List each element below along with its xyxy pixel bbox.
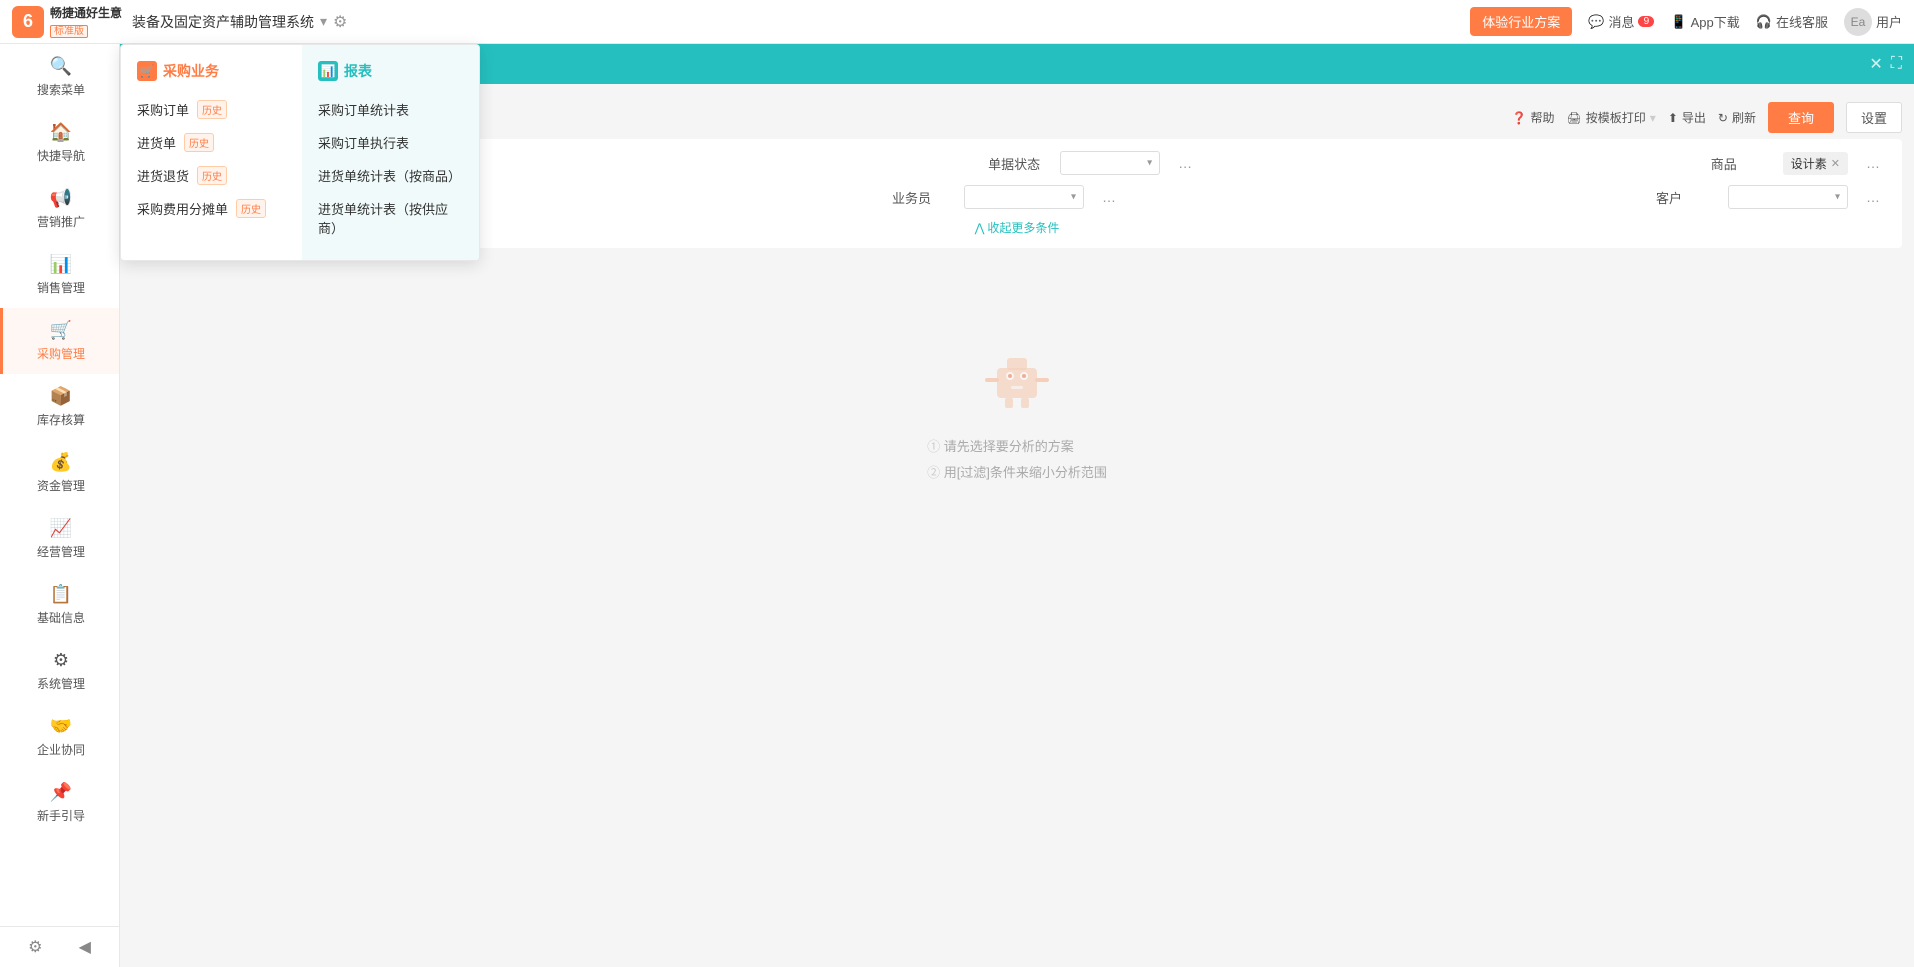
sidebar-item-basic-info[interactable]: 📋 基础信息 xyxy=(0,572,119,638)
search-icon: 🔍 xyxy=(50,56,72,77)
goods-label: 商品 xyxy=(1711,154,1771,173)
settings-btn[interactable]: 设置 xyxy=(1846,102,1902,133)
export-icon: ⬆ xyxy=(1668,111,1678,125)
menu-item-purchase-order-stats[interactable]: 采购订单统计表 xyxy=(318,93,463,126)
empty-state: 请先选择要分析的方案 用[过滤]条件来缩小分析范围 xyxy=(132,258,1902,566)
help-icon: ❓ xyxy=(1512,111,1527,125)
home-icon: 🏠 xyxy=(50,122,72,143)
dropdown-arrow-icon[interactable]: ▾ xyxy=(320,13,327,30)
sidebar-item-operations[interactable]: 📈 经营管理 xyxy=(0,506,119,572)
menu-item-purchase-expense[interactable]: 采购费用分摊单 历史 xyxy=(137,192,282,225)
topbar: 6 畅捷通好生意 标准版 装备及固定资产辅助管理系统 ▾ ⚙ 体验行业方案 💬 … xyxy=(0,0,1914,44)
sidebar-item-funds[interactable]: 💰 资金管理 xyxy=(0,440,119,506)
empty-tip-1: 请先选择要分析的方案 xyxy=(927,434,1107,460)
menu-item-purchase-return[interactable]: 进货退货 历史 xyxy=(137,159,282,192)
marketing-icon: 📢 xyxy=(50,188,72,209)
sidebar-collapse-btn[interactable]: ◀ xyxy=(79,937,91,957)
online-service-action[interactable]: 🎧 在线客服 xyxy=(1756,12,1828,31)
sidebar: 🔍 搜索菜单 🏠 快捷导航 📢 营销推广 📊 销售管理 🛒 采购管理 📦 库存核… xyxy=(0,44,120,967)
sidebar-item-system[interactable]: ⚙ 系统管理 xyxy=(0,638,119,704)
menu-item-receipt-stats-supplier[interactable]: 进货单统计表（按供应商） xyxy=(318,192,463,244)
voucher-status-label: 单据状态 xyxy=(988,154,1048,173)
message-icon: 💬 xyxy=(1588,14,1604,30)
sales-rep-ellipsis[interactable]: … xyxy=(1096,189,1122,205)
inventory-icon: 📦 xyxy=(50,386,72,407)
topbar-actions: 💬 消息 9 📱 App下载 🎧 在线客服 Ea 用户 xyxy=(1588,8,1902,36)
sidebar-item-quick-nav[interactable]: 🏠 快捷导航 xyxy=(0,110,119,176)
sidebar-item-sales[interactable]: 📊 销售管理 xyxy=(0,242,119,308)
purchase-title-icon: 🛒 xyxy=(137,61,157,81)
logo-icon: 6 xyxy=(12,6,44,38)
menu-item-receipt-stats-goods[interactable]: 进货单统计表（按商品） xyxy=(318,159,463,192)
sidebar-bottom: ⚙ ◀ xyxy=(0,926,119,967)
print-dropdown-icon[interactable]: ▾ xyxy=(1650,111,1656,125)
voucher-status-select-wrapper[interactable] xyxy=(1060,151,1160,175)
goods-tag-close[interactable]: ✕ xyxy=(1831,157,1840,170)
sales-rep-select[interactable] xyxy=(964,185,1084,209)
menu-item-purchase-order[interactable]: 采购订单 历史 xyxy=(137,93,282,126)
report-title-icon: 📊 xyxy=(318,61,338,81)
help-btn[interactable]: ❓ 帮助 xyxy=(1512,109,1555,126)
empty-tip-2: 用[过滤]条件来缩小分析范围 xyxy=(927,460,1107,486)
menu-col-left-title: 🛒 采购业务 xyxy=(137,61,282,81)
goods-ellipsis[interactable]: … xyxy=(1860,155,1886,171)
system-icon: ⚙ xyxy=(53,650,69,671)
empty-illustration xyxy=(977,338,1057,418)
tabbar-close-icon[interactable]: ✕ xyxy=(1869,54,1882,74)
purchase-icon: 🛒 xyxy=(50,320,72,341)
voucher-status-select[interactable] xyxy=(1060,151,1160,175)
menu-item-purchase-receipt[interactable]: 进货单 历史 xyxy=(137,126,282,159)
enterprise-icon: 🤝 xyxy=(50,716,72,737)
sidebar-item-enterprise[interactable]: 🤝 企业协同 xyxy=(0,704,119,770)
app-download-action[interactable]: 📱 App下载 xyxy=(1670,12,1739,31)
tabbar-expand-icon[interactable]: ⛶ xyxy=(1891,55,1902,73)
avatar: Ea xyxy=(1844,8,1872,36)
logo-text: 畅捷通好生意 标准版 xyxy=(50,4,122,39)
print-icon: 🖨 xyxy=(1567,111,1582,125)
settings-icon[interactable]: ⚙ xyxy=(333,12,347,32)
funds-icon: 💰 xyxy=(50,452,72,473)
tabbar-controls: ✕ ⛶ xyxy=(1869,54,1914,74)
headset-icon: 🎧 xyxy=(1756,14,1772,30)
system-title: 装备及固定资产辅助管理系统 xyxy=(132,12,314,32)
collapse-btn[interactable]: ⋀ 收起更多条件 xyxy=(975,219,1060,236)
collapse-up-icon: ⋀ xyxy=(975,221,985,235)
menu-col-right: 📊 报表 采购订单统计表 采购订单执行表 进货单统计表（按商品） 进货单统计表（… xyxy=(302,45,479,260)
sidebar-item-guide[interactable]: 📌 新手引导 xyxy=(0,770,119,836)
experience-btn[interactable]: 体验行业方案 xyxy=(1470,7,1572,36)
goods-tag: 设计素 ✕ xyxy=(1783,152,1848,175)
customer-label: 客户 xyxy=(1656,188,1716,207)
voucher-status-ellipsis[interactable]: … xyxy=(1172,155,1198,171)
menu-col-right-title: 📊 报表 xyxy=(318,61,463,81)
print-btn[interactable]: 🖨 按模板打印 ▾ xyxy=(1567,109,1656,126)
logo-area: 6 畅捷通好生意 标准版 xyxy=(12,4,132,39)
phone-icon: 📱 xyxy=(1670,14,1686,30)
sales-rep-select-wrapper[interactable] xyxy=(964,185,1084,209)
refresh-btn[interactable]: ↻ 刷新 xyxy=(1718,109,1756,126)
sidebar-item-search[interactable]: 🔍 搜索菜单 xyxy=(0,44,119,110)
basic-info-icon: 📋 xyxy=(50,584,72,605)
menu-col-left: 🛒 采购业务 采购订单 历史 进货单 历史 进货退货 历史 采购费用分摊单 历史 xyxy=(137,61,282,244)
purchase-dropdown-menu: 🛒 采购业务 采购订单 历史 进货单 历史 进货退货 历史 采购费用分摊单 历史… xyxy=(120,44,480,261)
sales-icon: 📊 xyxy=(50,254,72,275)
menu-item-purchase-order-exec[interactable]: 采购订单执行表 xyxy=(318,126,463,159)
customer-select[interactable] xyxy=(1728,185,1848,209)
sales-rep-label: 业务员 xyxy=(892,188,952,207)
sidebar-item-inventory[interactable]: 📦 库存核算 xyxy=(0,374,119,440)
refresh-icon: ↻ xyxy=(1718,111,1728,125)
export-btn[interactable]: ⬆ 导出 xyxy=(1668,109,1706,126)
operations-icon: 📈 xyxy=(50,518,72,539)
sidebar-item-marketing[interactable]: 📢 营销推广 xyxy=(0,176,119,242)
query-btn[interactable]: 查询 xyxy=(1768,102,1834,133)
sidebar-item-purchase[interactable]: 🛒 采购管理 xyxy=(0,308,119,374)
empty-tips: 请先选择要分析的方案 用[过滤]条件来缩小分析范围 xyxy=(927,434,1107,486)
message-action[interactable]: 💬 消息 9 xyxy=(1588,12,1654,31)
sidebar-settings-btn[interactable]: ⚙ xyxy=(28,937,42,957)
customer-select-wrapper[interactable] xyxy=(1728,185,1848,209)
user-action[interactable]: Ea 用户 xyxy=(1844,8,1902,36)
guide-icon: 📌 xyxy=(50,782,72,803)
system-title-area: 装备及固定资产辅助管理系统 ▾ ⚙ xyxy=(132,12,1470,32)
customer-ellipsis[interactable]: … xyxy=(1860,189,1886,205)
